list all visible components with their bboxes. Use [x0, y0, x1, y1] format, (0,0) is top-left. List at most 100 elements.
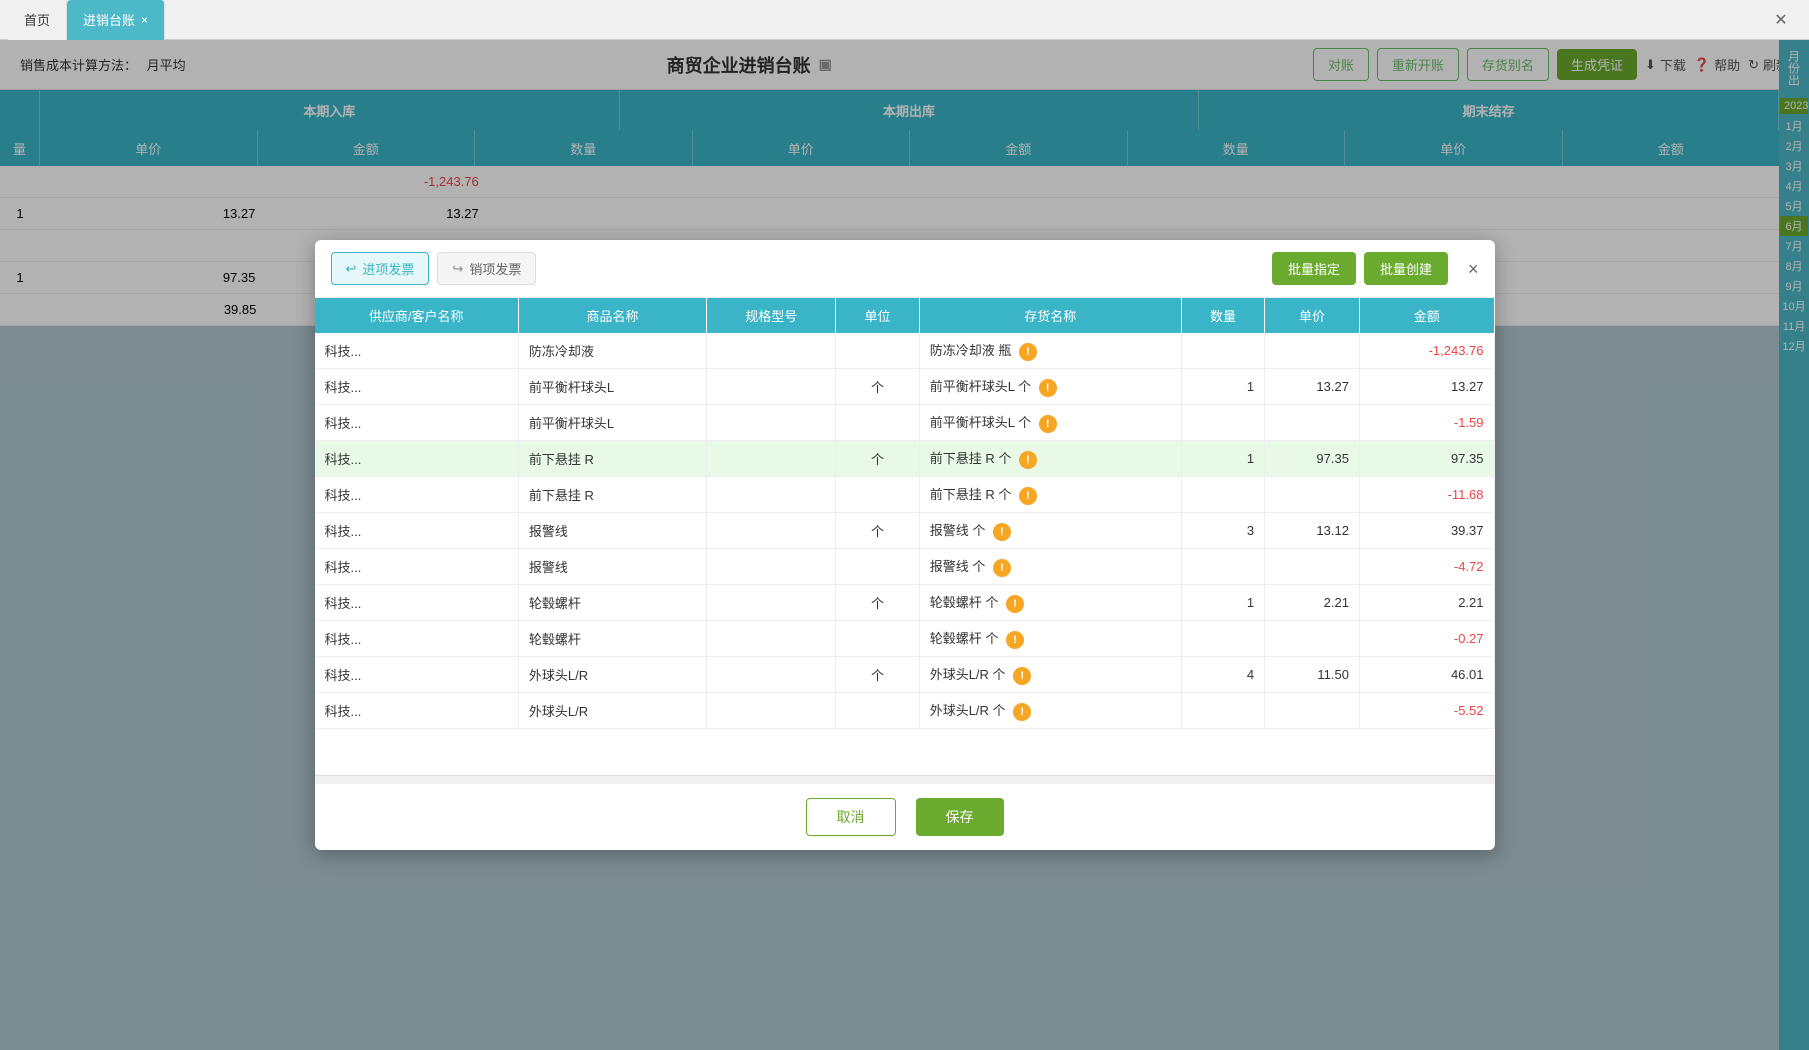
cell-inventory: 前下悬挂 R 个 !: [919, 477, 1181, 513]
cell-inventory: 外球头L/R 个 !: [919, 693, 1181, 729]
cell-product: 外球头L/R: [518, 693, 706, 729]
outgoing-icon: ↪: [452, 261, 463, 277]
table-row[interactable]: 科技... 前平衡杆球头L 个 前平衡杆球头L 个 ! 1 13.27 13.2…: [315, 369, 1495, 405]
main-area: 销售成本计算方法： 月平均 商贸企业进销台账 ▣ 对账 重新开账 存货别名 生成…: [0, 40, 1809, 1050]
warning-icon: !: [1013, 667, 1031, 685]
cell-vendor: 科技...: [315, 549, 519, 585]
cell-spec: [707, 549, 836, 585]
cell-inventory: 报警线 个 !: [919, 513, 1181, 549]
th-product: 商品名称: [518, 298, 706, 333]
cell-unit: 个: [836, 585, 919, 621]
cell-product: 前平衡杆球头L: [518, 405, 706, 441]
batch-designate-button[interactable]: 批量指定: [1272, 252, 1356, 285]
cell-qty: [1181, 333, 1264, 369]
warning-icon: !: [993, 559, 1011, 577]
cell-unit: [836, 405, 919, 441]
table-row[interactable]: 科技... 前下悬挂 R 个 前下悬挂 R 个 ! 1 97.35 97.35: [315, 441, 1495, 477]
cell-price: [1265, 477, 1360, 513]
warning-icon: !: [1013, 703, 1031, 721]
cell-spec: [707, 621, 836, 657]
cell-inventory: 轮毂螺杆 个 !: [919, 621, 1181, 657]
cell-amount: -1,243.76: [1359, 333, 1494, 369]
tab-active[interactable]: 进销台账 ×: [67, 0, 165, 40]
cell-vendor: 科技...: [315, 513, 519, 549]
tab-home[interactable]: 首页: [8, 0, 67, 40]
cell-inventory: 前下悬挂 R 个 !: [919, 441, 1181, 477]
cell-product: 报警线: [518, 549, 706, 585]
table-row[interactable]: 科技... 外球头L/R 外球头L/R 个 ! -5.52: [315, 693, 1495, 729]
cell-qty: 3: [1181, 513, 1264, 549]
table-row[interactable]: 科技... 外球头L/R 个 外球头L/R 个 ! 4 11.50 46.01: [315, 657, 1495, 693]
modal-dialog: ↩ 进项发票 ↪ 销项发票 批量指定 批量创建 × 供应: [315, 240, 1495, 850]
cell-product: 轮毂螺杆: [518, 621, 706, 657]
cell-unit: 个: [836, 369, 919, 405]
cell-spec: [707, 333, 836, 369]
cell-price: [1265, 621, 1360, 657]
cell-product: 前下悬挂 R: [518, 441, 706, 477]
cell-unit: [836, 693, 919, 729]
warning-icon: !: [1019, 343, 1037, 361]
cell-qty: 1: [1181, 369, 1264, 405]
window-close-button[interactable]: ✕: [1761, 0, 1801, 40]
tab-outgoing-label: 销项发票: [469, 259, 521, 278]
modal-overlay: ↩ 进项发票 ↪ 销项发票 批量指定 批量创建 × 供应: [0, 40, 1809, 1050]
cell-qty: [1181, 477, 1264, 513]
modal-header-buttons: 批量指定 批量创建: [1272, 252, 1448, 285]
modal-header: ↩ 进项发票 ↪ 销项发票 批量指定 批量创建 ×: [315, 240, 1495, 298]
table-row[interactable]: 科技... 防冻冷却液 防冻冷却液 瓶 ! -1,243.76: [315, 333, 1495, 369]
cell-price: [1265, 333, 1360, 369]
invoice-table: 供应商/客户名称 商品名称 规格型号 单位 存货名称 数量 单价 金额 科技..…: [315, 298, 1495, 729]
cell-spec: [707, 441, 836, 477]
scroll-bar-stub[interactable]: [315, 775, 1495, 783]
tab-incoming-invoice[interactable]: ↩ 进项发票: [331, 252, 430, 285]
cell-spec: [707, 585, 836, 621]
cell-unit: [836, 621, 919, 657]
tab-active-label: 进销台账: [83, 10, 135, 29]
th-qty: 数量: [1181, 298, 1264, 333]
table-row[interactable]: 科技... 前平衡杆球头L 前平衡杆球头L 个 ! -1.59: [315, 405, 1495, 441]
cell-product: 防冻冷却液: [518, 333, 706, 369]
warning-icon: !: [993, 523, 1011, 541]
th-spec: 规格型号: [707, 298, 836, 333]
table-row[interactable]: 科技... 前下悬挂 R 前下悬挂 R 个 ! -11.68: [315, 477, 1495, 513]
save-button[interactable]: 保存: [916, 798, 1004, 836]
modal-close-button[interactable]: ×: [1468, 260, 1479, 278]
cell-amount: -4.72: [1359, 549, 1494, 585]
cancel-button[interactable]: 取消: [806, 798, 896, 836]
cell-product: 报警线: [518, 513, 706, 549]
cell-spec: [707, 405, 836, 441]
tab-close-icon[interactable]: ×: [141, 13, 148, 27]
cell-product: 轮毂螺杆: [518, 585, 706, 621]
cell-price: [1265, 693, 1360, 729]
cell-spec: [707, 369, 836, 405]
warning-icon: !: [1006, 595, 1024, 613]
table-row[interactable]: 科技... 报警线 个 报警线 个 ! 3 13.12 39.37: [315, 513, 1495, 549]
warning-icon: !: [1039, 415, 1057, 433]
table-row[interactable]: 科技... 轮毂螺杆 轮毂螺杆 个 ! -0.27: [315, 621, 1495, 657]
table-row[interactable]: 科技... 报警线 报警线 个 ! -4.72: [315, 549, 1495, 585]
cell-amount: -0.27: [1359, 621, 1494, 657]
cell-price: 11.50: [1265, 657, 1360, 693]
warning-icon: !: [1019, 451, 1037, 469]
cell-qty: 1: [1181, 441, 1264, 477]
cell-spec: [707, 513, 836, 549]
modal-table-container[interactable]: 供应商/客户名称 商品名称 规格型号 单位 存货名称 数量 单价 金额 科技..…: [315, 298, 1495, 775]
cell-vendor: 科技...: [315, 441, 519, 477]
cell-unit: [836, 477, 919, 513]
batch-create-button[interactable]: 批量创建: [1364, 252, 1448, 285]
table-row[interactable]: 科技... 轮毂螺杆 个 轮毂螺杆 个 ! 1 2.21 2.21: [315, 585, 1495, 621]
cell-amount: 46.01: [1359, 657, 1494, 693]
cell-price: [1265, 405, 1360, 441]
cell-spec: [707, 657, 836, 693]
table-header-row: 供应商/客户名称 商品名称 规格型号 单位 存货名称 数量 单价 金额: [315, 298, 1495, 333]
cell-amount: 13.27: [1359, 369, 1494, 405]
cell-inventory: 轮毂螺杆 个 !: [919, 585, 1181, 621]
cell-vendor: 科技...: [315, 585, 519, 621]
tab-incoming-label: 进项发票: [362, 259, 414, 278]
cell-price: 2.21: [1265, 585, 1360, 621]
cell-qty: [1181, 621, 1264, 657]
cell-price: 13.12: [1265, 513, 1360, 549]
cell-product: 前下悬挂 R: [518, 477, 706, 513]
tab-outgoing-invoice[interactable]: ↪ 销项发票: [437, 252, 536, 285]
modal-footer: 取消 保存: [315, 783, 1495, 850]
